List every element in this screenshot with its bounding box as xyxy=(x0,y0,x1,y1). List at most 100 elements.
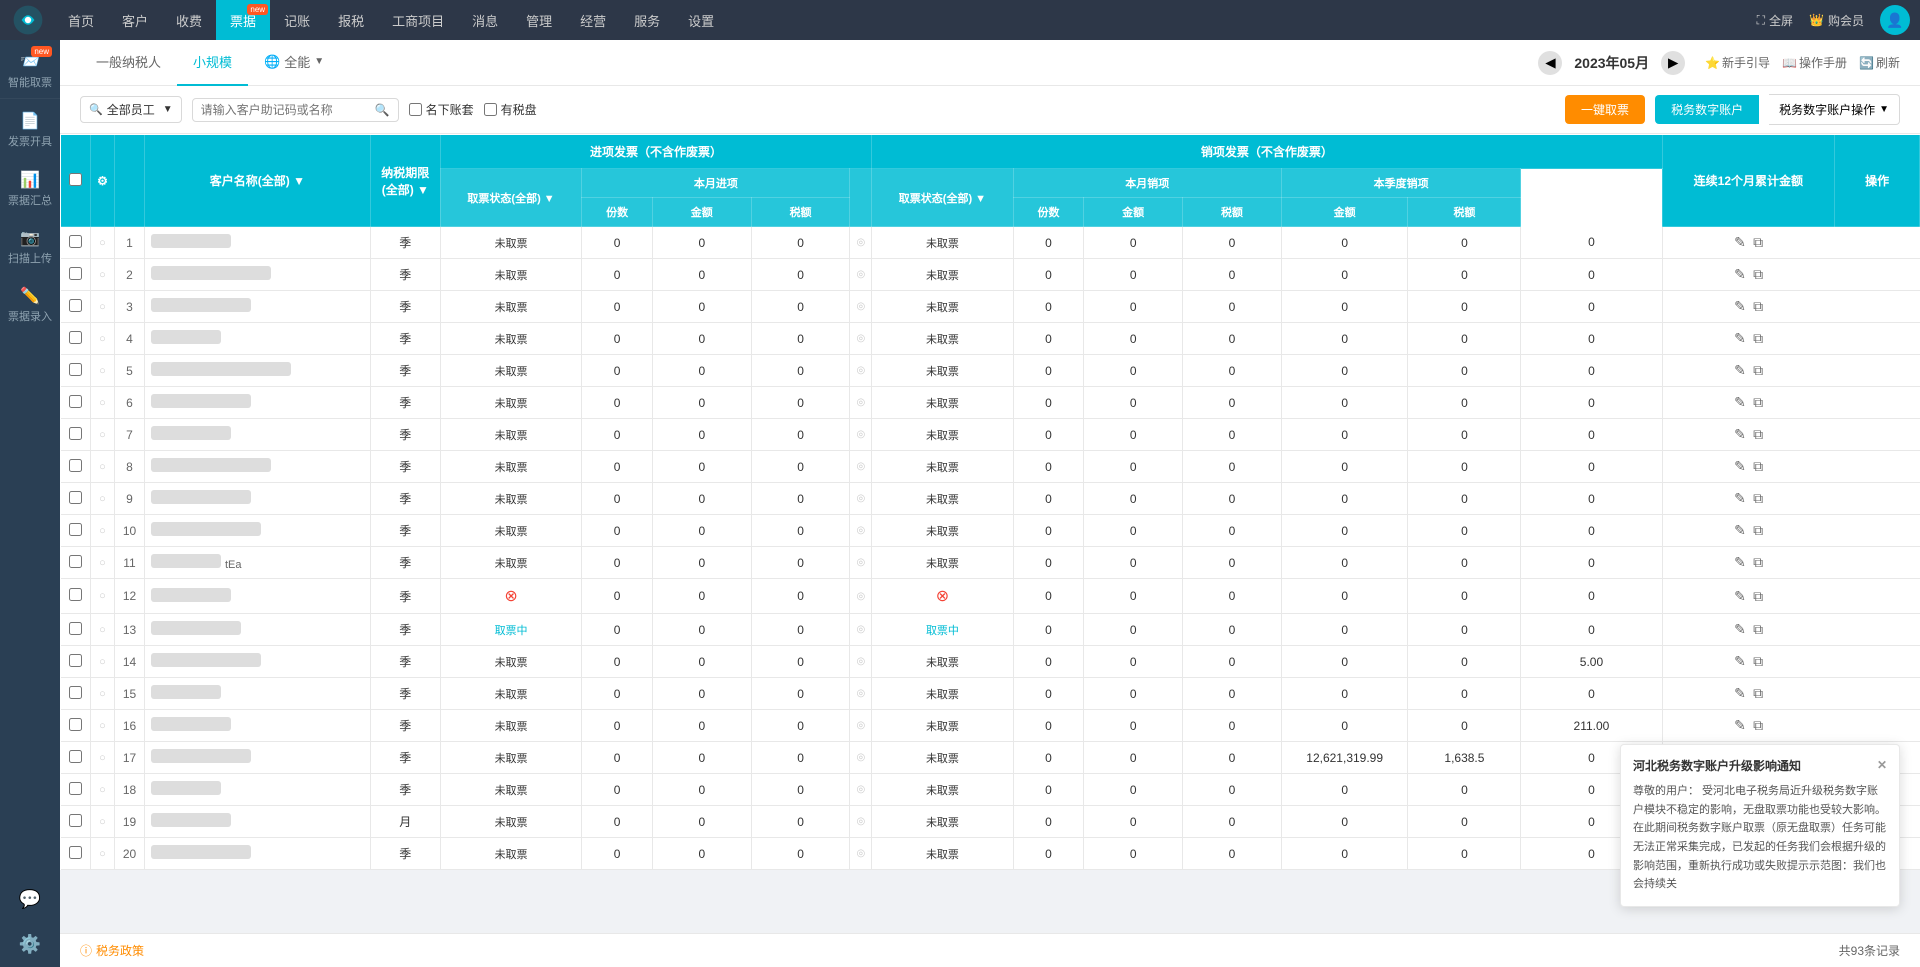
avatar[interactable]: 👤 xyxy=(1880,5,1910,35)
edit-action-icon[interactable]: ✎ xyxy=(1732,424,1748,444)
sidebar-item-scan[interactable]: 📷 扫描上传 xyxy=(0,216,60,274)
row-checkbox[interactable] xyxy=(61,579,91,614)
copy-action-icon[interactable]: ⧉ xyxy=(1751,424,1765,444)
tax-policy-link[interactable]: ⓘ 税务政策 xyxy=(80,942,144,959)
copy-action-icon[interactable]: ⧉ xyxy=(1751,683,1765,703)
copy-action-icon[interactable]: ⧉ xyxy=(1751,296,1765,316)
search-box[interactable]: 🔍 xyxy=(192,98,399,122)
select-all-checkbox[interactable] xyxy=(69,173,82,186)
row-checkbox[interactable] xyxy=(61,614,91,646)
nav-item-bookkeeping[interactable]: 记账 xyxy=(270,0,324,40)
nav-item-fee[interactable]: 收费 xyxy=(162,0,216,40)
nav-item-ticket[interactable]: 票据 new xyxy=(216,0,270,40)
nav-item-service[interactable]: 服务 xyxy=(620,0,674,40)
copy-action-icon[interactable]: ⧉ xyxy=(1751,360,1765,380)
nav-item-message[interactable]: 消息 xyxy=(458,0,512,40)
next-period-btn[interactable]: ▶ xyxy=(1661,51,1685,75)
header-tax-period[interactable]: 纳税期限(全部) ▼ xyxy=(370,135,440,227)
tab-general-taxpayer[interactable]: 一般纳税人 xyxy=(80,40,177,86)
edit-action-icon[interactable]: ✎ xyxy=(1732,360,1748,380)
tab-all[interactable]: 🌐 全能 ▼ xyxy=(248,40,340,86)
header-customer[interactable]: 客户名称(全部) ▼ xyxy=(145,135,371,227)
edit-action-icon[interactable]: ✎ xyxy=(1732,520,1748,540)
edit-action-icon[interactable]: ✎ xyxy=(1732,488,1748,508)
edit-action-icon[interactable]: ✎ xyxy=(1732,392,1748,412)
edit-action-icon[interactable]: ✎ xyxy=(1732,586,1748,606)
edit-action-icon[interactable]: ✎ xyxy=(1732,456,1748,476)
row-checkbox[interactable] xyxy=(61,451,91,483)
row-checkbox[interactable] xyxy=(61,355,91,387)
row-checkbox[interactable] xyxy=(61,710,91,742)
edit-action-icon[interactable]: ✎ xyxy=(1732,715,1748,735)
row-checkbox[interactable] xyxy=(61,678,91,710)
copy-action-icon[interactable]: ⧉ xyxy=(1751,232,1765,252)
tax-account-btn[interactable]: 税务数字账户 xyxy=(1655,95,1759,124)
copy-action-icon[interactable]: ⧉ xyxy=(1751,328,1765,348)
edit-action-icon[interactable]: ✎ xyxy=(1732,296,1748,316)
sidebar-item-entry[interactable]: ✏️ 票据录入 xyxy=(0,274,60,332)
header-out-status[interactable]: 取票状态(全部) ▼ xyxy=(872,169,1014,227)
search-input[interactable] xyxy=(201,103,371,117)
tax-account-dropdown-btn[interactable]: 税务数字账户操作 ▼ xyxy=(1769,94,1900,125)
edit-action-icon[interactable]: ✎ xyxy=(1732,552,1748,572)
fetch-all-btn[interactable]: 一键取票 xyxy=(1565,95,1645,124)
edit-action-icon[interactable]: ✎ xyxy=(1732,651,1748,671)
copy-action-icon[interactable]: ⧉ xyxy=(1751,651,1765,671)
refresh-link[interactable]: 🔄 刷新 xyxy=(1859,54,1900,71)
sidebar-item-chat[interactable]: 💬 xyxy=(0,877,60,922)
new-guide-link[interactable]: ⭐ 新手引导 xyxy=(1705,54,1770,71)
copy-action-icon[interactable]: ⧉ xyxy=(1751,392,1765,412)
settings-icon[interactable]: ⚙ xyxy=(97,174,108,188)
nav-item-business[interactable]: 工商项目 xyxy=(378,0,458,40)
copy-action-icon[interactable]: ⧉ xyxy=(1751,264,1765,284)
row-checkbox[interactable] xyxy=(61,547,91,579)
row-checkbox[interactable] xyxy=(61,774,91,806)
sidebar-item-smart-ticket[interactable]: 📨 智能取票 new xyxy=(0,40,60,99)
sidebar-item-issue-invoice[interactable]: 📄 发票开具 xyxy=(0,99,60,157)
copy-action-icon[interactable]: ⧉ xyxy=(1751,520,1765,540)
row-checkbox[interactable] xyxy=(61,323,91,355)
nav-item-settings[interactable]: 设置 xyxy=(674,0,728,40)
edit-action-icon[interactable]: ✎ xyxy=(1732,619,1748,639)
sidebar-item-summary[interactable]: 📊 票据汇总 xyxy=(0,158,60,216)
search-icon[interactable]: 🔍 xyxy=(375,103,390,117)
row-checkbox[interactable] xyxy=(61,419,91,451)
row-checkbox[interactable] xyxy=(61,806,91,838)
row-checkbox[interactable] xyxy=(61,515,91,547)
copy-action-icon[interactable]: ⧉ xyxy=(1751,715,1765,735)
row-checkbox[interactable] xyxy=(61,483,91,515)
edit-action-icon[interactable]: ✎ xyxy=(1732,264,1748,284)
checkbox-has-taxpad[interactable]: 有税盘 xyxy=(484,101,537,118)
prev-period-btn[interactable]: ◀ xyxy=(1538,51,1562,75)
copy-action-icon[interactable]: ⧉ xyxy=(1751,619,1765,639)
row-checkbox[interactable] xyxy=(61,838,91,870)
row-checkbox[interactable] xyxy=(61,259,91,291)
copy-action-icon[interactable]: ⧉ xyxy=(1751,488,1765,508)
notification-close-btn[interactable]: ✕ xyxy=(1877,758,1887,772)
nav-item-customer[interactable]: 客户 xyxy=(108,0,162,40)
member-btn[interactable]: 👑 购会员 xyxy=(1809,12,1864,29)
nav-item-manage[interactable]: 管理 xyxy=(512,0,566,40)
nav-item-home[interactable]: 首页 xyxy=(54,0,108,40)
copy-action-icon[interactable]: ⧉ xyxy=(1751,456,1765,476)
employee-select[interactable]: 🔍 全部员工 ▼ xyxy=(80,96,182,123)
sidebar-item-gear[interactable]: ⚙️ xyxy=(0,922,60,967)
header-in-status[interactable]: 取票状态(全部) ▼ xyxy=(440,169,582,227)
row-checkbox[interactable] xyxy=(61,291,91,323)
row-checkbox[interactable] xyxy=(61,227,91,259)
edit-action-icon[interactable]: ✎ xyxy=(1732,232,1748,252)
checkbox-my-accounts[interactable]: 名下账套 xyxy=(409,101,474,118)
taxpad-checkbox[interactable] xyxy=(484,103,497,116)
edit-action-icon[interactable]: ✎ xyxy=(1732,328,1748,348)
row-checkbox[interactable] xyxy=(61,646,91,678)
copy-action-icon[interactable]: ⧉ xyxy=(1751,586,1765,606)
edit-action-icon[interactable]: ✎ xyxy=(1732,683,1748,703)
fullscreen-btn[interactable]: ⛶ 全屏 xyxy=(1757,12,1793,29)
copy-action-icon[interactable]: ⧉ xyxy=(1751,552,1765,572)
nav-item-operation[interactable]: 经营 xyxy=(566,0,620,40)
row-checkbox[interactable] xyxy=(61,387,91,419)
manual-link[interactable]: 📖 操作手册 xyxy=(1782,54,1847,71)
nav-item-tax[interactable]: 报税 xyxy=(324,0,378,40)
row-checkbox[interactable] xyxy=(61,742,91,774)
tab-small-scale[interactable]: 小规模 xyxy=(177,40,248,86)
